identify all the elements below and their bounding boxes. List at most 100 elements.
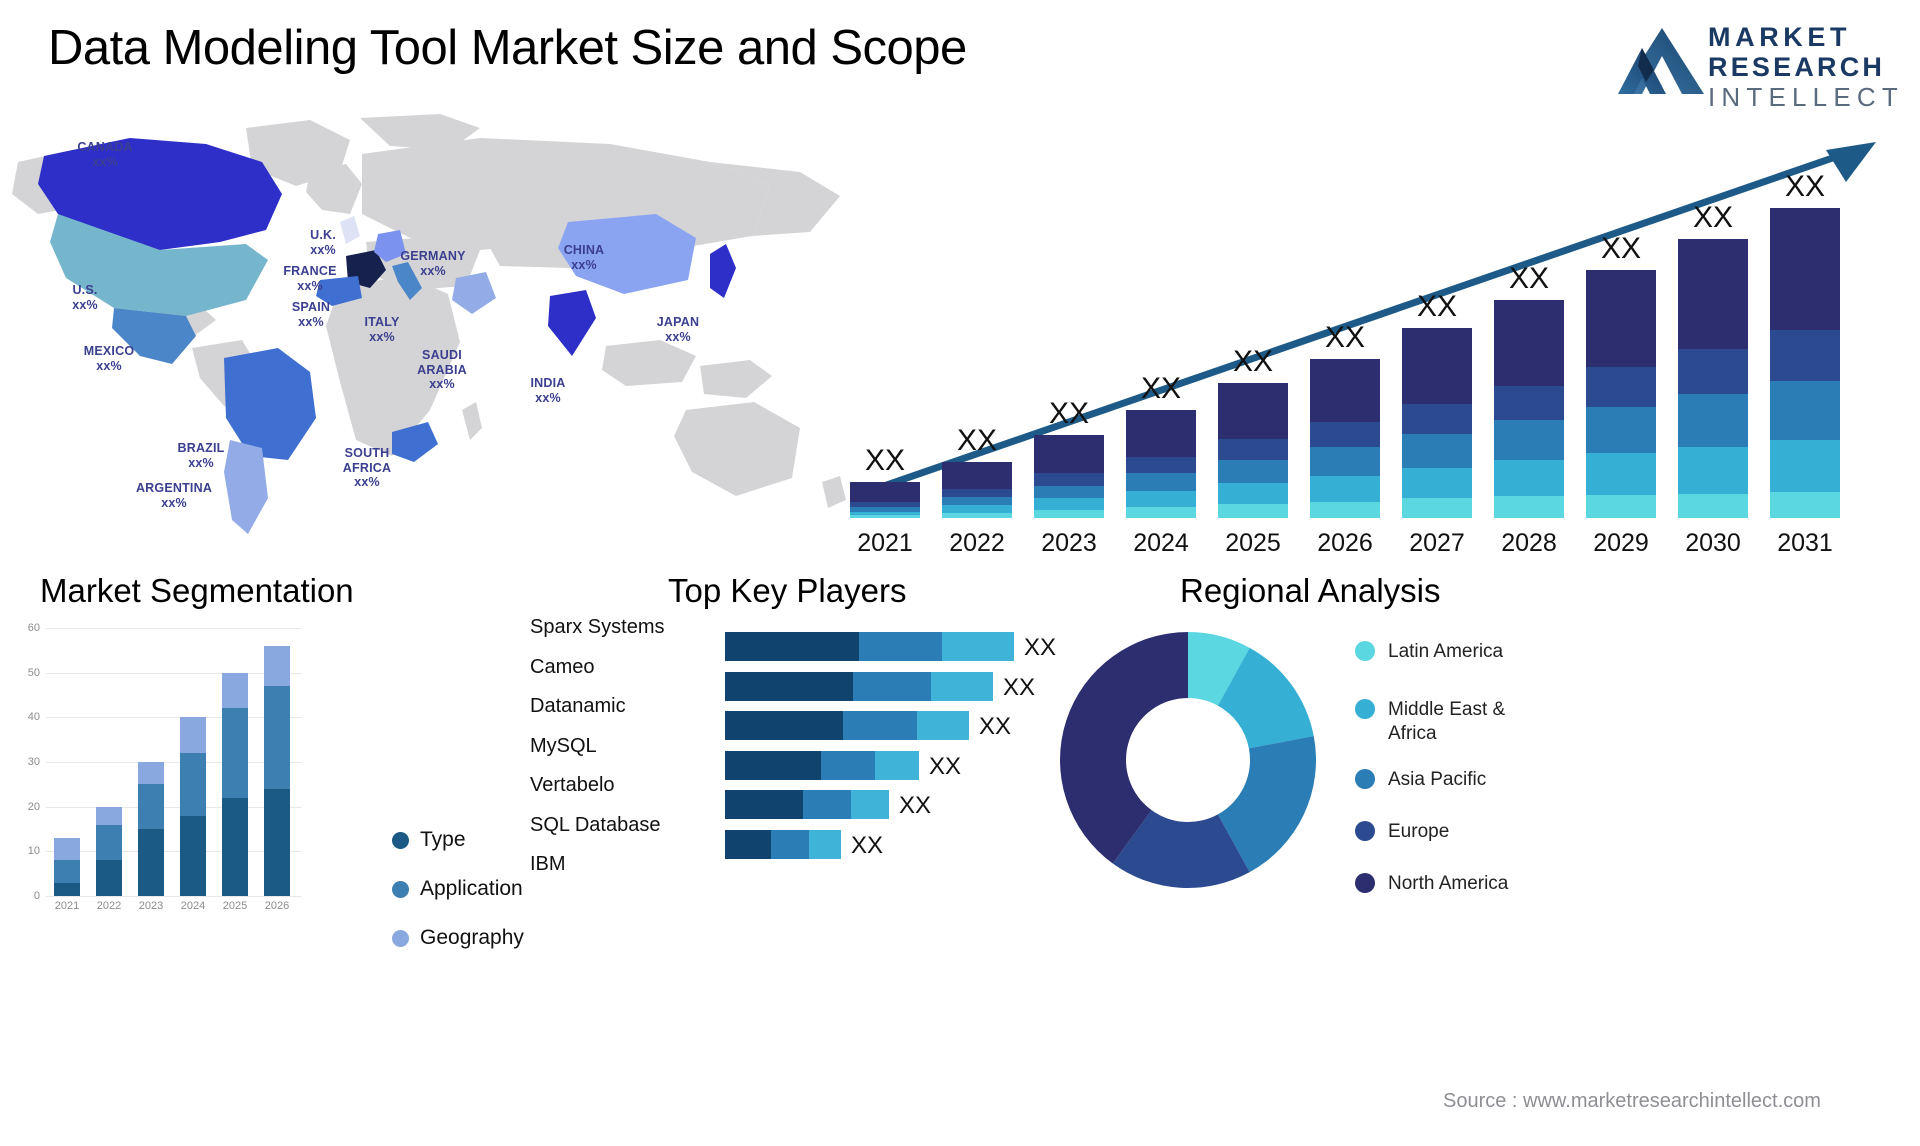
growth-bar-segment	[1218, 438, 1288, 460]
regional-donut-svg	[1060, 632, 1316, 888]
key-player-bar-segment	[725, 790, 803, 819]
growth-bar-segment	[1034, 473, 1104, 486]
growth-bar-segment	[1034, 485, 1104, 499]
regional-legend-label: Asia Pacific	[1388, 769, 1487, 790]
segmentation-bar-segment	[54, 882, 80, 896]
key-player-value: XX	[979, 713, 1012, 740]
regional-legend-label: Europe	[1388, 821, 1450, 842]
growth-bar-segment	[1126, 456, 1196, 474]
key-player-bar	[725, 750, 919, 780]
growth-bar	[1034, 435, 1104, 518]
growth-bar	[1770, 208, 1840, 518]
growth-bar-value: XX	[1784, 170, 1826, 203]
segmentation-bar	[264, 645, 290, 896]
segmentation-bar-segment	[96, 806, 122, 825]
key-player-label: MySQL	[530, 734, 597, 757]
key-player-bar-segment	[725, 671, 853, 701]
growth-bar-segment	[1586, 270, 1656, 368]
map-label-argentina: ARGENTINA xx%	[135, 481, 213, 510]
growth-bar	[1494, 299, 1564, 518]
growth-bar-segment	[1770, 330, 1840, 381]
key-player-bar-segment	[725, 632, 859, 661]
segmentation-bar-segment	[180, 717, 206, 754]
map-label-saudi-arabia: SAUDI ARABIA xx%	[417, 348, 467, 391]
key-player-label: Vertabelo	[530, 774, 615, 796]
segmentation-bar-segment	[264, 645, 290, 687]
segmentation-bar	[222, 672, 248, 896]
growth-bar-segment	[1678, 239, 1748, 350]
segmentation-bar-segment	[180, 753, 206, 816]
segmentation-bar-segment	[264, 788, 290, 896]
segmentation-legend-item[interactable]: Geography	[392, 926, 524, 950]
segmentation-bar-segment	[264, 686, 290, 789]
segmentation-bar-segment	[222, 708, 248, 798]
key-player-label: IBM	[530, 853, 566, 875]
growth-bar-value: XX	[1508, 261, 1550, 295]
key-player-bar-segment	[803, 790, 851, 819]
growth-bar-segment	[1310, 447, 1380, 476]
map-label-brazil: BRAZIL xx%	[177, 441, 225, 470]
growth-bar-segment	[1494, 420, 1564, 461]
key-player-bar-segment	[851, 790, 889, 819]
segmentation-x-label: 2025	[222, 900, 248, 912]
key-player-label: Datanamic	[530, 695, 626, 717]
growth-bar-year-label: 2030	[1685, 529, 1741, 557]
growth-bar-segment	[1218, 383, 1288, 439]
key-player-bar	[725, 790, 889, 819]
map-label-italy: ITALY xx%	[364, 315, 400, 344]
regional-legend-dot	[1355, 769, 1375, 789]
growth-bar-segment	[850, 482, 920, 502]
segmentation-x-label: 2023	[138, 900, 164, 912]
growth-bar-segment	[1770, 380, 1840, 440]
top-key-players-title: Top Key Players	[668, 572, 907, 609]
growth-bar-segment	[1310, 501, 1380, 518]
segmentation-legend-dot	[392, 831, 409, 849]
growth-bar-value: XX	[1692, 201, 1734, 235]
growth-bar-segment	[1126, 491, 1196, 508]
growth-bar-segment	[1126, 473, 1196, 492]
regional-legend-dot	[1355, 699, 1375, 719]
growth-bar-segment	[942, 462, 1012, 490]
growth-bar-segment	[1218, 459, 1288, 483]
world-map: CANADA xx% U.S. xx% MEXICO xx% BRAZIL xx% AR…	[10, 110, 860, 560]
growth-bar-segment	[1678, 446, 1748, 494]
map-country-india	[548, 290, 596, 356]
segmentation-x-label: 2024	[180, 900, 206, 912]
growth-bar-value: XX	[1140, 372, 1182, 406]
growth-bar-year-label: 2021	[857, 529, 913, 557]
growth-bar-segment	[1402, 403, 1472, 434]
growth-bar-value: XX	[1048, 397, 1090, 431]
regional-legend-item[interactable]: North America	[1355, 872, 1508, 896]
growth-bar-year-label: 2031	[1777, 529, 1833, 557]
growth-bar-value: XX	[1600, 232, 1642, 265]
regional-legend-item[interactable]: Asia Pacific	[1355, 768, 1486, 792]
segmentation-y-tick: 50	[27, 666, 40, 679]
growth-bar	[1586, 270, 1656, 518]
growth-bar-segment	[1218, 482, 1288, 504]
regional-legend-item[interactable]: Latin America	[1355, 640, 1503, 664]
growth-bar-segment	[1770, 439, 1840, 492]
segmentation-y-tick: 20	[27, 800, 40, 813]
regional-legend-dot	[1355, 873, 1375, 893]
growth-bar-segment	[1494, 496, 1564, 518]
segmentation-bar	[96, 806, 122, 896]
segmentation-y-tick: 10	[27, 845, 40, 858]
market-segmentation-chart: 0 10 20 30 40 50 60 2021 2022 2023 2024 2025 2026	[28, 622, 302, 912]
segmentation-legend-label: Type	[420, 828, 466, 851]
segmentation-y-tick: 60	[27, 622, 40, 634]
regional-legend-item[interactable]: Europe	[1355, 820, 1449, 844]
growth-bar-segment	[1678, 393, 1748, 447]
segmentation-legend-item[interactable]: Application	[392, 877, 523, 901]
page-title: Data Modeling Tool Market Size and Scope	[48, 21, 967, 75]
segmentation-legend-dot	[392, 880, 409, 898]
regional-legend-item[interactable]: Middle East & Africa	[1355, 698, 1528, 745]
growth-bar	[1678, 239, 1748, 518]
segmentation-legend-item[interactable]: Type	[392, 828, 466, 852]
map-label-france: FRANCE xx%	[283, 264, 337, 293]
key-player-bar-segment	[931, 671, 993, 701]
key-player-value: XX	[851, 831, 884, 859]
growth-bar	[1310, 358, 1380, 518]
key-player-bar-segment	[821, 750, 875, 780]
key-player-bar	[725, 632, 1014, 661]
map-label-uk: U.K. xx%	[310, 228, 336, 257]
